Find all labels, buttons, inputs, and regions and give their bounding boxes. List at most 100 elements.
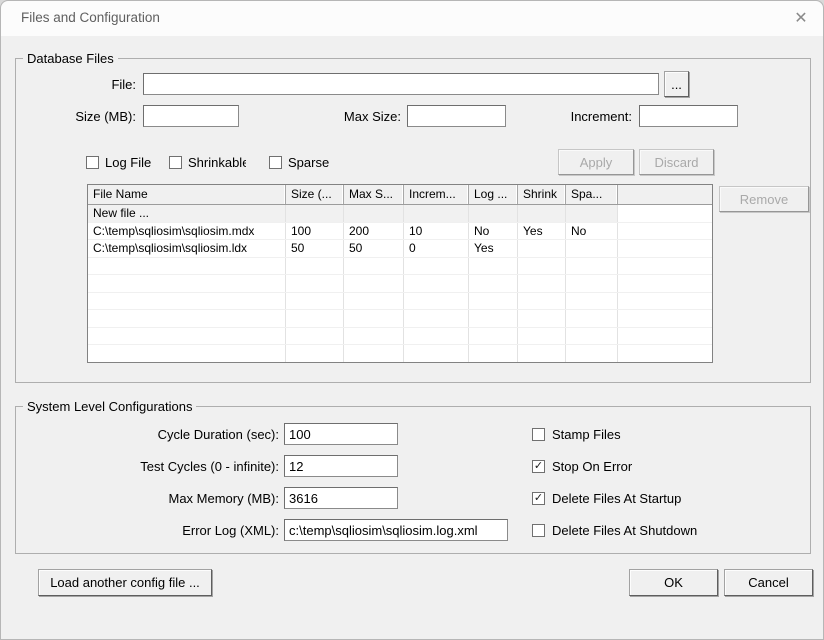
table-cell: 50 (344, 240, 404, 257)
shrinkable-checkbox[interactable] (169, 156, 182, 169)
close-button[interactable]: ✕ (787, 5, 815, 31)
table-cell (566, 345, 618, 362)
size-input[interactable] (143, 105, 239, 127)
apply-button[interactable]: Apply (558, 149, 634, 175)
table-cell (518, 258, 566, 275)
discard-button[interactable]: Discard (639, 149, 714, 175)
shrinkable-checkbox-label: Shrinkable (188, 155, 246, 170)
table-cell (566, 240, 618, 257)
browse-button-label: ... (671, 77, 682, 92)
table-cell (518, 345, 566, 362)
close-icon: ✕ (794, 8, 807, 28)
remove-button[interactable]: Remove (719, 186, 809, 212)
cancel-button-label: Cancel (748, 575, 788, 590)
table-cell: 50 (286, 240, 344, 257)
stop-on-error-checkbox-label: Stop On Error (552, 459, 632, 474)
table-cell (618, 328, 712, 345)
delete-files-shutdown-checkbox-label: Delete Files At Shutdown (552, 523, 697, 538)
test-cycles-input[interactable] (284, 455, 398, 477)
table-cell (344, 328, 404, 345)
table-cell (566, 310, 618, 327)
log-file-checkbox[interactable] (86, 156, 99, 169)
cancel-button[interactable]: Cancel (724, 569, 813, 596)
test-cycles-label: Test Cycles (0 - infinite): (79, 459, 279, 474)
table-row-new-file[interactable]: New file ... (88, 205, 712, 223)
table-row-empty (88, 328, 712, 346)
stop-on-error-checkbox[interactable]: ✓ (532, 460, 545, 473)
table-cell (286, 258, 344, 275)
table-cell (518, 240, 566, 257)
table-cell (344, 293, 404, 310)
column-header-log[interactable]: Log ... (469, 185, 518, 204)
table-cell (469, 293, 518, 310)
column-header-empty (618, 185, 712, 204)
increment-input[interactable] (639, 105, 738, 127)
cycle-duration-input[interactable] (284, 423, 398, 445)
table-cell (618, 223, 712, 240)
stamp-files-checkbox-label: Stamp Files (552, 427, 621, 442)
table-cell (404, 310, 469, 327)
table-cell (518, 205, 566, 222)
table-row-empty (88, 275, 712, 293)
browse-button[interactable]: ... (664, 71, 689, 97)
error-log-input[interactable] (284, 519, 508, 541)
table-cell (88, 293, 286, 310)
column-header-increment[interactable]: Increm... (404, 185, 469, 204)
table-cell: 10 (404, 223, 469, 240)
file-label: File: (61, 77, 136, 92)
database-files-group-label: Database Files (23, 51, 118, 66)
column-header-shrink[interactable]: Shrink (518, 185, 566, 204)
column-header-size[interactable]: Size (... (286, 185, 344, 204)
sparse-checkbox[interactable] (269, 156, 282, 169)
delete-files-shutdown-checkbox[interactable] (532, 524, 545, 537)
table-cell (566, 293, 618, 310)
files-table[interactable]: File Name Size (... Max S... Increm... L… (87, 184, 713, 363)
table-cell (286, 345, 344, 362)
table-row-empty (88, 345, 712, 363)
table-cell (566, 258, 618, 275)
file-input[interactable] (143, 73, 659, 95)
table-cell: 0 (404, 240, 469, 257)
files-table-header: File Name Size (... Max S... Increm... L… (88, 185, 712, 205)
table-cell (344, 310, 404, 327)
table-cell (88, 345, 286, 362)
table-cell (88, 275, 286, 292)
max-size-input[interactable] (407, 105, 506, 127)
table-cell (518, 293, 566, 310)
table-cell: Yes (469, 240, 518, 257)
table-cell (469, 258, 518, 275)
apply-button-label: Apply (580, 155, 613, 170)
table-cell (286, 205, 344, 222)
delete-files-startup-checkbox[interactable]: ✓ (532, 492, 545, 505)
remove-button-label: Remove (740, 192, 788, 207)
table-cell (344, 275, 404, 292)
table-row-ldx-file[interactable]: C:\temp\sqliosim\sqliosim.ldx 50 50 0 Ye… (88, 240, 712, 258)
delete-files-startup-checkbox-label: Delete Files At Startup (552, 491, 681, 506)
table-row-mdx-file[interactable]: C:\temp\sqliosim\sqliosim.mdx 100 200 10… (88, 223, 712, 241)
increment-label: Increment: (559, 109, 632, 124)
stamp-files-checkbox[interactable] (532, 428, 545, 441)
max-memory-input[interactable] (284, 487, 398, 509)
table-cell (618, 310, 712, 327)
table-cell (469, 275, 518, 292)
table-cell (88, 328, 286, 345)
column-header-file-name[interactable]: File Name (88, 185, 286, 204)
table-cell: No (566, 223, 618, 240)
log-file-checkbox-label: Log File (105, 155, 151, 170)
load-config-button-label: Load another config file ... (50, 575, 200, 590)
table-row-empty (88, 258, 712, 276)
error-log-label: Error Log (XML): (79, 523, 279, 538)
column-header-sparse[interactable]: Spa... (566, 185, 618, 204)
table-cell (618, 205, 712, 222)
window-title: Files and Configuration (21, 10, 160, 25)
table-cell (404, 205, 469, 222)
table-cell: Yes (518, 223, 566, 240)
table-cell (88, 310, 286, 327)
table-cell (469, 328, 518, 345)
table-cell (566, 328, 618, 345)
table-cell (618, 258, 712, 275)
ok-button[interactable]: OK (629, 569, 718, 596)
load-config-button[interactable]: Load another config file ... (38, 569, 212, 596)
table-cell: 100 (286, 223, 344, 240)
column-header-max-size[interactable]: Max S... (344, 185, 404, 204)
